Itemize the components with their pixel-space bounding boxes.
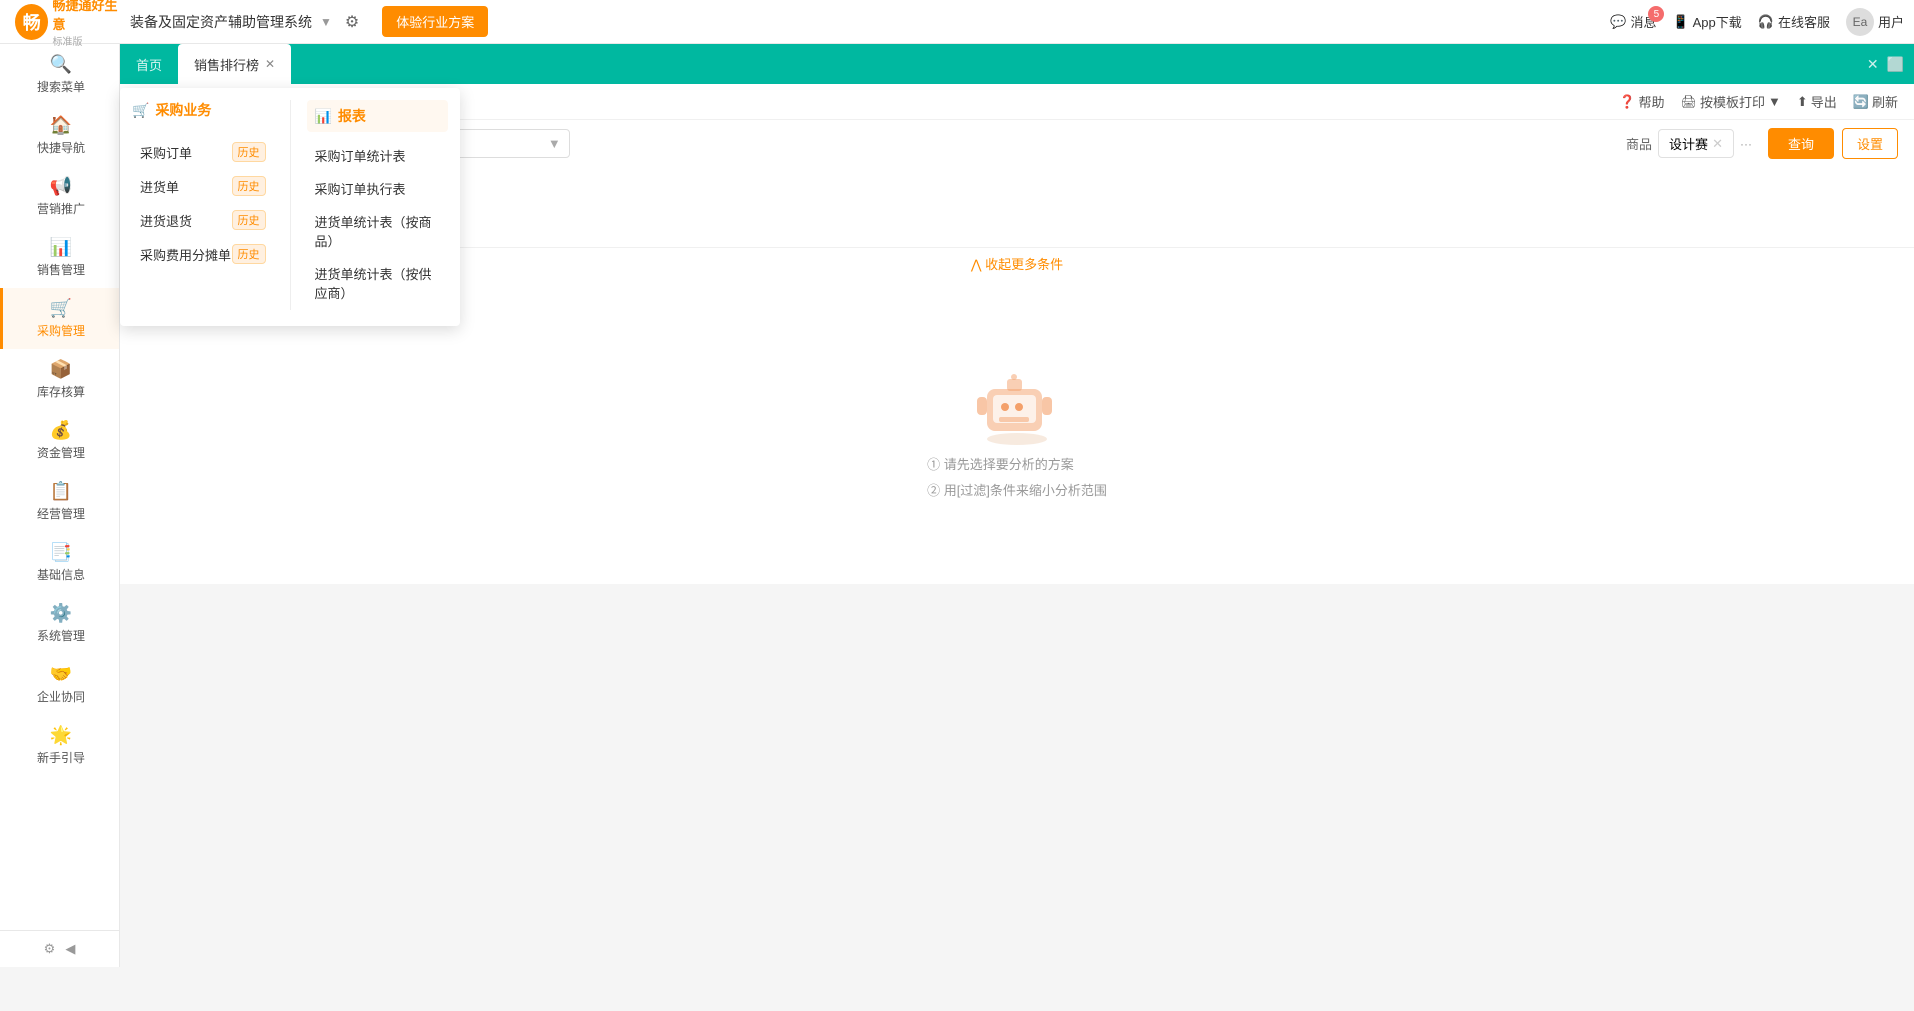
print-btn[interactable]: 🖨 按模板打印 ▼ xyxy=(1680,92,1780,111)
popup-item-stock-return[interactable]: 进货退货 历史 xyxy=(132,204,274,236)
goods-filter: 商品 设计赛 ✕ ··· xyxy=(1626,129,1752,158)
sidebar-item-sales[interactable]: 📊 销售管理 xyxy=(0,227,119,288)
report-col-icon: 📊 xyxy=(315,108,332,125)
avatar: Ea xyxy=(1846,8,1874,36)
sidebar-item-search[interactable]: 🔍 搜索菜单 xyxy=(0,44,119,105)
sidebar-bottom: ⚙ ◀ xyxy=(0,930,119,967)
sidebar-item-inventory[interactable]: 📦 库存核算 xyxy=(0,349,119,410)
sidebar-item-enterprise[interactable]: 🤝 企业协同 xyxy=(0,654,119,715)
inventory-icon: 📦 xyxy=(50,359,72,380)
sidebar-item-system[interactable]: ⚙️ 系统管理 xyxy=(0,593,119,654)
purchase-icon: 🛒 xyxy=(50,298,72,319)
popup-item-purchase-order[interactable]: 采购订单 历史 xyxy=(132,136,274,168)
logo-icon: 畅 xyxy=(15,4,48,40)
popup-item-stock-stats-goods[interactable]: 进货单统计表（按商品） xyxy=(307,206,449,256)
message-icon: 💬 xyxy=(1610,14,1626,30)
popup-col-report: 📊 报表 采购订单统计表 采购订单执行表 进货单统计表（按商品） 进货单统计表（… xyxy=(295,100,461,310)
refresh-icon: 🔄 xyxy=(1853,94,1869,110)
goods-tag: 设计赛 ✕ xyxy=(1658,129,1734,158)
sidebar-item-purchase[interactable]: 🛒 采购管理 xyxy=(0,288,119,349)
sys-title: 装备及固定资产辅助管理系统 xyxy=(130,12,312,32)
export-icon: ⬆ xyxy=(1797,94,1808,110)
tab-maximize-controls: ✕ ⬜ xyxy=(1857,56,1914,73)
tab-home[interactable]: 首页 xyxy=(120,44,178,84)
tab-close-icon[interactable]: ✕ xyxy=(265,57,275,71)
search-icon: 🔍 xyxy=(50,54,72,75)
user-item[interactable]: Ea 用户 xyxy=(1846,8,1904,36)
popup-item-order-exec[interactable]: 采购订单执行表 xyxy=(307,173,449,204)
phone-icon: 📱 xyxy=(1672,14,1688,30)
guide-icon: 🌟 xyxy=(50,725,72,746)
home-icon: 🏠 xyxy=(50,115,72,136)
export-btn[interactable]: ⬆ 导出 xyxy=(1797,92,1837,111)
popup-columns: 🛒 采购业务 采购订单 历史 进货单 历史 进货退货 历史 采购费用分摊单 历史 xyxy=(120,100,460,310)
finance-icon: 💰 xyxy=(50,420,72,441)
action-buttons: 查询 设置 xyxy=(1768,128,1898,159)
sidebar-item-guide[interactable]: 🌟 新手引导 xyxy=(0,715,119,776)
help-btn[interactable]: ❓ 帮助 xyxy=(1619,92,1664,111)
popup-item-stock-stats-supplier[interactable]: 进货单统计表（按供应商） xyxy=(307,258,449,308)
goods-more-icon[interactable]: ··· xyxy=(1740,137,1752,151)
popup-item-cost-alloc[interactable]: 采购费用分摊单 历史 xyxy=(132,238,274,270)
sidebar-item-shortcut[interactable]: 🏠 快捷导航 xyxy=(0,105,119,166)
sidebar: 🔍 搜索菜单 🏠 快捷导航 📢 营销推广 📊 销售管理 🛒 采购管理 📦 库存核… xyxy=(0,44,120,967)
print-icon: 🖨 xyxy=(1680,94,1697,110)
message-badge: 5 xyxy=(1648,6,1664,22)
popup-item-order-stats[interactable]: 采购订单统计表 xyxy=(307,140,449,171)
industry-btn[interactable]: 体验行业方案 xyxy=(382,6,488,37)
sidebar-item-finance[interactable]: 💰 资金管理 xyxy=(0,410,119,471)
basic-icon: 📑 xyxy=(50,542,72,563)
select-arrow-icon: ▼ xyxy=(548,136,561,151)
empty-illustration xyxy=(957,359,1077,452)
popup-divider xyxy=(290,100,291,310)
sidebar-collapse-icon[interactable]: ◀ xyxy=(65,941,75,957)
tabs-bar: 首页 销售排行榜 ✕ ✕ ⬜ xyxy=(120,44,1914,84)
close-window-icon[interactable]: ✕ xyxy=(1867,56,1879,73)
purchase-col-icon: 🛒 xyxy=(132,102,149,119)
refresh-btn[interactable]: 🔄 刷新 xyxy=(1853,92,1898,111)
operations-icon: 📋 xyxy=(50,481,72,502)
chevron-up-icon: ⋀ xyxy=(971,257,982,272)
popup-col-purchase: 🛒 采购业务 采购订单 历史 进货单 历史 进货退货 历史 采购费用分摊单 历史 xyxy=(120,100,286,310)
online-service-item[interactable]: 🎧 在线客服 xyxy=(1758,12,1830,31)
enterprise-icon: 🤝 xyxy=(50,664,72,685)
tab-sales-rank[interactable]: 销售排行榜 ✕ xyxy=(178,44,291,84)
top-bar: 畅 畅捷通好生意 标准版 装备及固定资产辅助管理系统 ▼ ⚙ 体验行业方案 💬 … xyxy=(0,0,1914,44)
sidebar-item-marketing[interactable]: 📢 营销推广 xyxy=(0,166,119,227)
popup-menu: 🛒 采购业务 采购订单 历史 进货单 历史 进货退货 历史 采购费用分摊单 历史 xyxy=(120,88,460,326)
sidebar-settings-icon[interactable]: ⚙ xyxy=(44,941,56,957)
app-name: 畅捷通好生意 xyxy=(52,0,125,33)
system-icon: ⚙️ xyxy=(50,603,72,624)
query-button[interactable]: 查询 xyxy=(1768,128,1834,159)
help-icon: ❓ xyxy=(1619,94,1635,110)
settings-button[interactable]: 设置 xyxy=(1842,128,1898,159)
popup-report-title: 📊 报表 xyxy=(307,100,449,132)
headset-icon: 🎧 xyxy=(1758,14,1774,30)
maximize-icon[interactable]: ⬜ xyxy=(1887,56,1904,73)
sidebar-item-operations[interactable]: 📋 经营管理 xyxy=(0,471,119,532)
title-arrow-icon[interactable]: ▼ xyxy=(320,15,332,29)
staff-filter: 业务员 ··· xyxy=(330,180,1898,199)
marketing-icon: 📢 xyxy=(50,176,72,197)
sales-icon: 📊 xyxy=(50,237,72,258)
top-right: 💬 消息 5 📱 App下载 🎧 在线客服 Ea 用户 xyxy=(1610,8,1904,36)
sidebar-item-basic[interactable]: 📑 基础信息 xyxy=(0,532,119,593)
top-bar-title: 装备及固定资产辅助管理系统 ▼ ⚙ 体验行业方案 xyxy=(130,6,1610,37)
popup-purchase-title: 🛒 采购业务 xyxy=(132,100,274,126)
goods-tag-close-icon[interactable]: ✕ xyxy=(1712,136,1723,152)
app-version: 标准版 xyxy=(52,33,125,48)
logo: 畅 畅捷通好生意 标准版 xyxy=(10,0,130,48)
message-item[interactable]: 💬 消息 5 xyxy=(1610,12,1656,31)
app-download-item[interactable]: 📱 App下载 xyxy=(1672,12,1741,31)
print-arrow-icon: ▼ xyxy=(1768,94,1781,109)
doc-status-filter: 单据状态 请选择 ▼ xyxy=(352,129,1610,158)
popup-item-stock-in[interactable]: 进货单 历史 xyxy=(132,170,274,202)
settings-icon-button[interactable]: ⚙ xyxy=(340,7,364,37)
empty-tips: ① 请先选择要分析的方案 ② 用[过滤]条件来缩小分析范围 xyxy=(927,452,1107,504)
